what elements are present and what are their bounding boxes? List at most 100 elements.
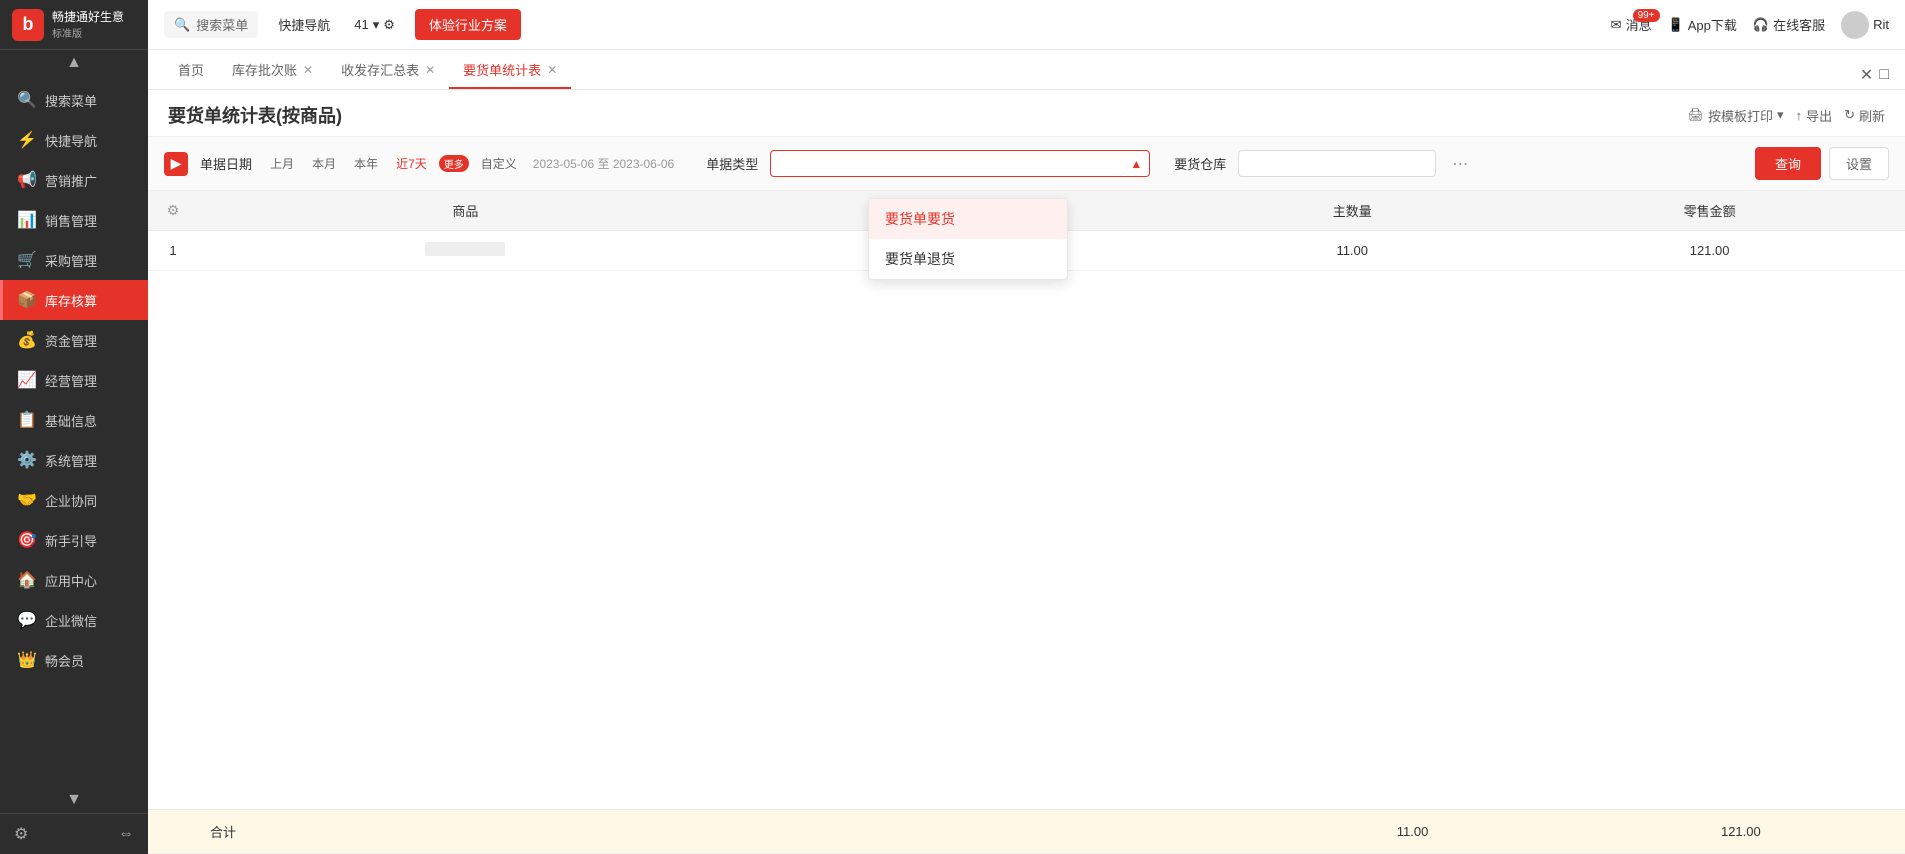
scroll-up-btn[interactable]: ▲: [0, 50, 148, 76]
sidebar-item-label: 企业微信: [45, 611, 97, 630]
wechat-icon: 💬: [17, 610, 37, 630]
guide-icon: 🎯: [17, 530, 37, 550]
avatar: [1841, 11, 1869, 39]
filter-expand-btn[interactable]: ▶: [164, 152, 188, 176]
page-title: 要货单统计表(按商品): [168, 102, 342, 128]
tab-collect-summary-close[interactable]: ✕: [425, 63, 435, 77]
refresh-btn[interactable]: ↻ 刷新: [1844, 106, 1885, 125]
dropdown-item-demand-return[interactable]: 要货单退货: [869, 239, 1067, 279]
footer-amount: 121.00: [1577, 810, 1905, 854]
purchase-icon: 🛒: [17, 250, 37, 270]
search-placeholder: 搜索菜单: [196, 15, 248, 34]
messages-btn[interactable]: ✉ 消息 99+: [1611, 15, 1652, 34]
sidebar-item-guide[interactable]: 🎯 新手引导: [0, 520, 148, 560]
gear-icon[interactable]: ⚙: [383, 17, 395, 33]
table-settings-icon[interactable]: ⚙: [167, 202, 180, 218]
export-btn[interactable]: ↑ 导出: [1796, 106, 1833, 125]
query-btn[interactable]: 查询: [1755, 147, 1821, 180]
col-quantity-header: 主数量: [1190, 191, 1514, 231]
type-dropdown: 要货单要货 要货单退货: [868, 198, 1068, 280]
col-settings[interactable]: ⚙: [148, 191, 198, 231]
close-window-btn[interactable]: ✕: [1860, 65, 1873, 85]
sidebar-item-search[interactable]: 🔍 搜索菜单: [0, 80, 148, 120]
col-product-header: 商品: [198, 191, 733, 231]
print-btn[interactable]: 🖨 按模板打印 ▾: [1688, 106, 1784, 125]
sidebar-item-quick-nav[interactable]: ⚡ 快捷导航: [0, 120, 148, 160]
scroll-down-btn[interactable]: ▼: [0, 787, 148, 813]
sidebar-item-label: 采购管理: [45, 251, 97, 270]
member-icon: 👑: [17, 650, 37, 670]
date-btn-this-year[interactable]: 本年: [348, 152, 384, 175]
dropdown-item-demand-goods[interactable]: 要货单要货: [869, 199, 1067, 239]
print-chevron-icon: ▾: [1777, 107, 1784, 123]
online-service-btn[interactable]: 🎧 在线客服: [1753, 15, 1825, 34]
sidebar-menu: 🔍 搜索菜单 ⚡ 快捷导航 📢 营销推广 📊 销售管理 🛒 采购管理 📦 库存核…: [0, 76, 148, 787]
date-btn-7days[interactable]: 近7天: [390, 152, 433, 175]
cell-amount: 121.00: [1514, 231, 1905, 271]
print-icon: 🖨: [1688, 107, 1705, 123]
sidebar-item-label: 资金管理: [45, 331, 97, 350]
sidebar-item-basic[interactable]: 📋 基础信息: [0, 400, 148, 440]
footer-empty: [148, 810, 198, 854]
more-badge[interactable]: 更多: [439, 155, 469, 172]
sidebar-item-label: 系统管理: [45, 451, 97, 470]
tab-demand-stat[interactable]: 要货单统计表 ✕: [449, 51, 571, 89]
quick-nav-btn[interactable]: 快捷导航: [270, 11, 338, 38]
type-select[interactable]: [770, 150, 1150, 177]
tab-home-label: 首页: [178, 60, 204, 79]
sidebar-item-app-center[interactable]: 🏠 应用中心: [0, 560, 148, 600]
sidebar-item-label: 应用中心: [45, 571, 97, 590]
sidebar-item-label: 快捷导航: [45, 131, 97, 150]
industry-btn[interactable]: 体验行业方案: [415, 9, 521, 40]
export-icon: ↑: [1796, 108, 1803, 123]
sidebar-item-finance[interactable]: 💰 资金管理: [0, 320, 148, 360]
app-download-btn[interactable]: 📱 App下载: [1668, 15, 1737, 34]
cell-product: [198, 231, 733, 271]
sidebar-item-sales[interactable]: 📊 销售管理: [0, 200, 148, 240]
app-download-icon: 📱: [1668, 17, 1684, 33]
date-btn-custom[interactable]: 自定义: [475, 152, 523, 175]
sidebar-item-wechat[interactable]: 💬 企业微信: [0, 600, 148, 640]
user-avatar-area[interactable]: Rit: [1841, 11, 1889, 39]
sidebar-item-system[interactable]: ⚙️ 系统管理: [0, 440, 148, 480]
collapse-icon[interactable]: ⇔: [118, 825, 134, 843]
tab-batch-account-close[interactable]: ✕: [303, 63, 313, 77]
sidebar-item-label: 库存核算: [45, 291, 97, 310]
tab-collect-summary[interactable]: 收发存汇总表 ✕: [327, 51, 449, 89]
page-header: 要货单统计表(按商品) 🖨 按模板打印 ▾ ↑ 导出 ↻ 刷新: [148, 90, 1905, 137]
date-btn-this-month[interactable]: 本月: [306, 152, 342, 175]
marketing-icon: 📢: [17, 170, 37, 190]
tabs: 首页 库存批次账 ✕ 收发存汇总表 ✕ 要货单统计表 ✕ ✕ □: [148, 50, 1905, 90]
tab-batch-account[interactable]: 库存批次账 ✕: [218, 51, 327, 89]
sidebar-item-operations[interactable]: 📈 经营管理: [0, 360, 148, 400]
date-range-display: 2023-05-06 至 2023-06-06: [533, 155, 674, 172]
nav-item-41[interactable]: 41 ▾ ⚙: [346, 13, 403, 37]
tab-batch-account-label: 库存批次账: [232, 60, 297, 79]
filter-actions: 查询 设置: [1755, 147, 1889, 180]
settings-btn[interactable]: 设置: [1829, 147, 1889, 180]
type-select-container: ▲: [770, 150, 1150, 177]
footer-quantity: 11.00: [1248, 810, 1576, 854]
tab-home[interactable]: 首页: [164, 51, 218, 89]
enterprise-icon: 🤝: [17, 490, 37, 510]
menu-search[interactable]: 🔍 搜索菜单: [164, 11, 258, 38]
sidebar-item-member[interactable]: 👑 畅会员: [0, 640, 148, 680]
sidebar-item-purchase[interactable]: 🛒 采购管理: [0, 240, 148, 280]
app-center-icon: 🏠: [17, 570, 37, 590]
sidebar-item-marketing[interactable]: 📢 营销推广: [0, 160, 148, 200]
settings-icon[interactable]: ⚙: [14, 824, 28, 844]
more-filters-btn[interactable]: ⋯: [1452, 154, 1468, 174]
warehouse-input[interactable]: [1238, 150, 1436, 177]
sidebar-item-label: 企业协同: [45, 491, 97, 510]
footer-unit-empty: [855, 810, 1249, 854]
date-btn-last-month[interactable]: 上月: [264, 152, 300, 175]
main-area: 🔍 搜索菜单 快捷导航 41 ▾ ⚙ 体验行业方案 ✉ 消息 99+: [148, 0, 1905, 854]
tab-demand-stat-close[interactable]: ✕: [547, 63, 557, 77]
quick-nav-label: 快捷导航: [278, 15, 330, 34]
user-name: Rit: [1873, 17, 1889, 32]
type-filter-label: 单据类型: [706, 154, 758, 173]
sidebar-item-enterprise[interactable]: 🤝 企业协同: [0, 480, 148, 520]
sidebar-item-inventory[interactable]: 📦 库存核算: [0, 280, 148, 320]
maximize-window-btn[interactable]: □: [1879, 66, 1889, 84]
sidebar-item-label: 营销推广: [45, 171, 97, 190]
